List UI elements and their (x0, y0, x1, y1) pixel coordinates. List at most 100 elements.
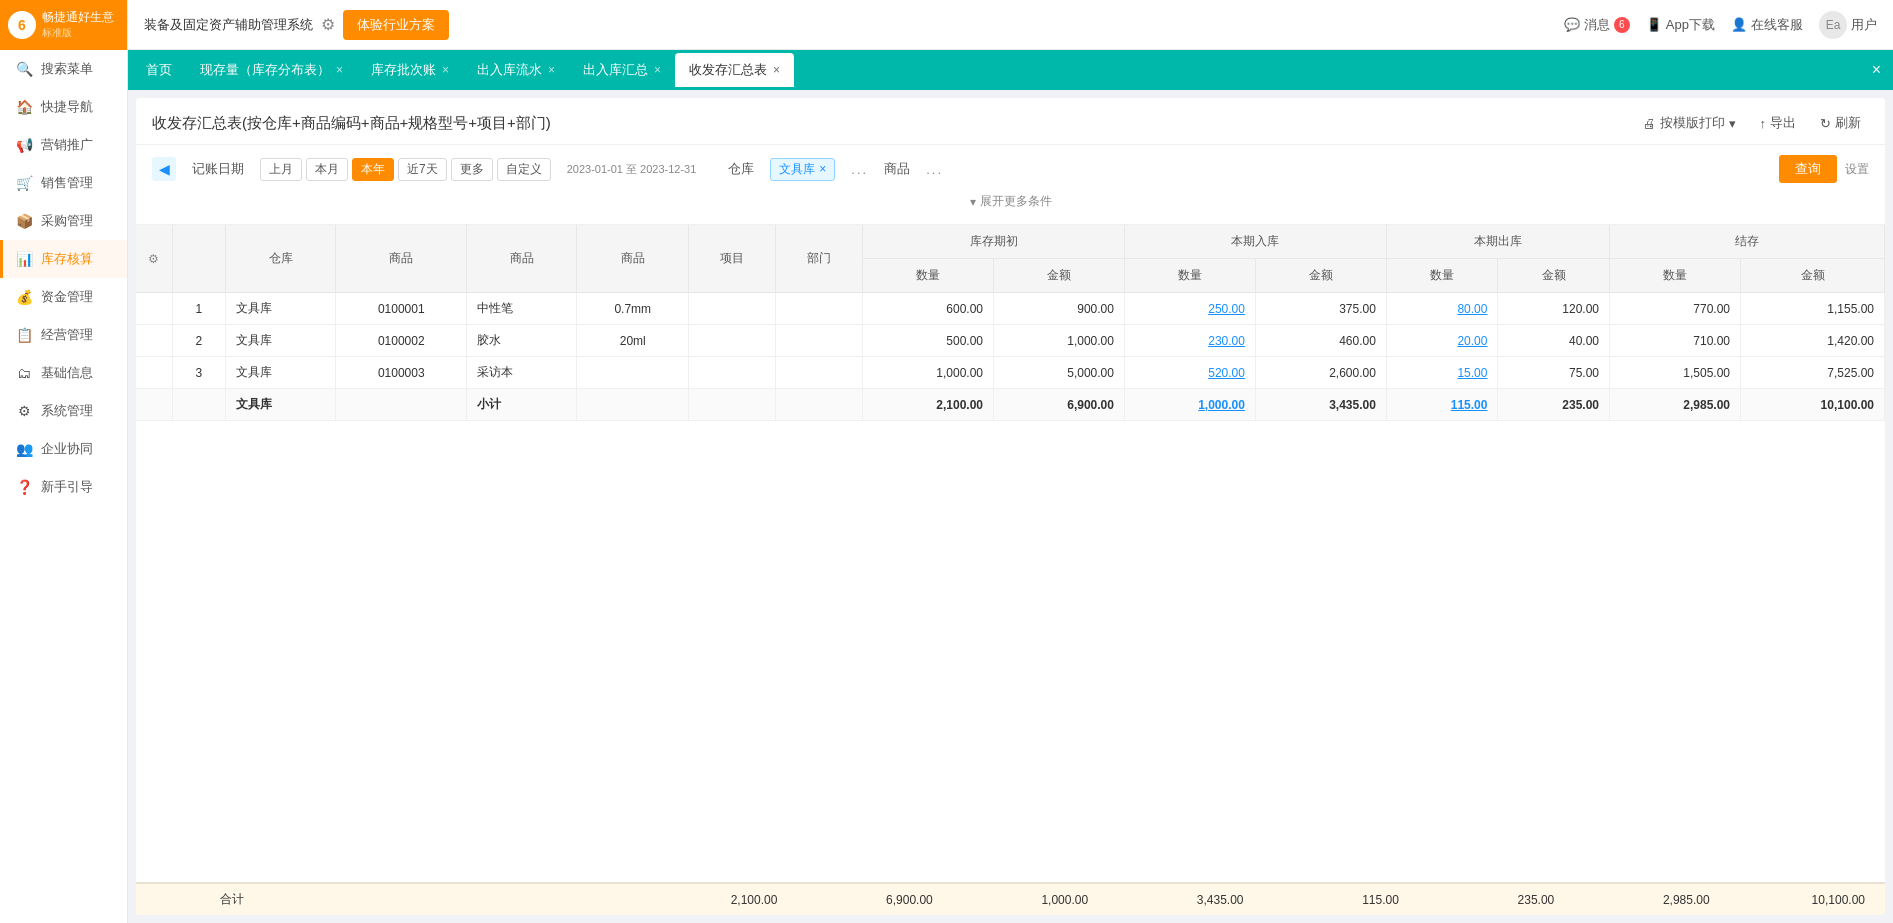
tab-inventory-dist[interactable]: 现存量（库存分布表）× (186, 53, 357, 87)
sidebar-item-purchase[interactable]: 📦 采购管理 (0, 202, 127, 240)
sidebar-item-system[interactable]: ⚙ 系统管理 (0, 392, 127, 430)
online-service-label: 在线客服 (1751, 16, 1803, 34)
page-actions: 🖨 按模版打印 ▾ ↑ 导出 ↻ 刷新 (1635, 110, 1870, 136)
message-badge: 6 (1614, 17, 1630, 33)
custom-button[interactable]: 自定义 (497, 158, 551, 181)
tab-close-inout-flow[interactable]: × (548, 63, 555, 77)
expand-conditions-button[interactable]: ▾ 展开更多条件 (962, 189, 1060, 214)
col-settings-header[interactable]: ⚙ (136, 225, 172, 293)
row-in-qty-3[interactable]: 1,000.00 (1124, 389, 1255, 421)
row-in-qty-0[interactable]: 250.00 (1124, 293, 1255, 325)
out-qty-link-2[interactable]: 15.00 (1457, 366, 1487, 380)
row-warehouse-2: 文具库 (226, 357, 336, 389)
7days-button[interactable]: 近7天 (398, 158, 447, 181)
row-bal-amt-2: 7,525.00 (1741, 357, 1885, 389)
warehouse-more-dots[interactable]: ... (851, 162, 868, 177)
row-selector-2[interactable] (136, 357, 172, 389)
warehouse-tag-close[interactable]: × (819, 162, 826, 176)
filter-toggle-button[interactable]: ◀ (152, 157, 176, 181)
row-in-qty-2[interactable]: 520.00 (1124, 357, 1255, 389)
sidebar-item-inventory[interactable]: 📊 库存核算 (0, 240, 127, 278)
row-open-qty-0: 600.00 (863, 293, 994, 325)
sidebar-item-quick-nav[interactable]: 🏠 快捷导航 (0, 88, 127, 126)
nav-label-quick-nav: 快捷导航 (41, 98, 93, 116)
last-month-button[interactable]: 上月 (260, 158, 302, 181)
row-selector-0[interactable] (136, 293, 172, 325)
tab-receive-summary[interactable]: 收发存汇总表× (675, 53, 794, 87)
in-qty-link-1[interactable]: 230.00 (1208, 334, 1245, 348)
footer-out-amt: 235.00 (1409, 893, 1564, 907)
export-button[interactable]: ↑ 导出 (1752, 110, 1805, 136)
goods-more-dots[interactable]: ... (926, 162, 943, 177)
page-header: 收发存汇总表(按仓库+商品编码+商品+规格型号+项目+部门) 🖨 按模版打印 ▾… (136, 98, 1885, 145)
row-selector-3[interactable] (136, 389, 172, 421)
row-selector-1[interactable] (136, 325, 172, 357)
gear-icon[interactable]: ⚙ (146, 252, 162, 266)
row-spec-1: 20ml (577, 325, 689, 357)
online-service-action[interactable]: 👤 在线客服 (1731, 16, 1803, 34)
row-code-0: 0100001 (336, 293, 467, 325)
out-qty-link-1[interactable]: 20.00 (1457, 334, 1487, 348)
table-row: 3 文具库 0100003 采访本 1,000.00 5,000.00 520.… (136, 357, 1885, 389)
sidebar-item-enterprise[interactable]: 👥 企业协同 (0, 430, 127, 468)
sidebar-logo: 6 (8, 11, 36, 39)
tab-close-inout-summary[interactable]: × (654, 63, 661, 77)
tab-inout-flow[interactable]: 出入库流水× (463, 53, 569, 87)
nav-icon-enterprise: 👥 (15, 440, 33, 458)
row-out-amt-3: 235.00 (1498, 389, 1610, 421)
row-out-qty-2[interactable]: 15.00 (1386, 357, 1498, 389)
query-button[interactable]: 查询 (1779, 155, 1837, 183)
footer-open-amt: 6,900.00 (787, 893, 942, 907)
warehouse-tag: 文具库 × (770, 158, 835, 181)
tab-close-receive-summary[interactable]: × (773, 63, 780, 77)
sidebar-item-base-info[interactable]: 🗂 基础信息 (0, 354, 127, 392)
user-action[interactable]: Ea 用户 (1819, 11, 1877, 39)
row-out-qty-0[interactable]: 80.00 (1386, 293, 1498, 325)
more-button[interactable]: 更多 (451, 158, 493, 181)
row-in-qty-1[interactable]: 230.00 (1124, 325, 1255, 357)
content-area: 收发存汇总表(按仓库+商品编码+商品+规格型号+项目+部门) 🖨 按模版打印 ▾… (128, 90, 1893, 923)
col-open-qty-header: 数量 (863, 259, 994, 293)
current-year-button[interactable]: 本年 (352, 158, 394, 181)
sidebar-nav: 🔍 搜索菜单 🏠 快捷导航 📢 营销推广 🛒 销售管理 📦 采购管理 📊 库存核… (0, 50, 127, 923)
out-qty-link-0[interactable]: 80.00 (1457, 302, 1487, 316)
sidebar-item-guide[interactable]: ❓ 新手引导 (0, 468, 127, 506)
tab-home[interactable]: 首页 (132, 53, 186, 87)
table-row: 1 文具库 0100001 中性笔 0.7mm 600.00 900.00 25… (136, 293, 1885, 325)
table-settings-link[interactable]: 设置 (1845, 161, 1869, 178)
tab-close-batch[interactable]: × (442, 63, 449, 77)
experience-button[interactable]: 体验行业方案 (343, 10, 449, 40)
app-download-action[interactable]: 📱 App下载 (1646, 16, 1715, 34)
tab-inout-summary[interactable]: 出入库汇总× (569, 53, 675, 87)
row-out-qty-3[interactable]: 115.00 (1386, 389, 1498, 421)
tab-bar-close-all[interactable]: × (1864, 57, 1889, 83)
date-filter-label: 记账日期 (192, 160, 244, 178)
print-button[interactable]: 🖨 按模版打印 ▾ (1635, 110, 1744, 136)
nav-label-marketing: 营销推广 (41, 136, 93, 154)
system-settings-icon[interactable]: ⚙ (321, 15, 335, 34)
sidebar-item-finance[interactable]: 💰 资金管理 (0, 278, 127, 316)
col-open-header: 库存期初 (863, 225, 1125, 259)
refresh-icon: ↻ (1820, 116, 1831, 131)
row-code-1: 0100002 (336, 325, 467, 357)
nav-label-base-info: 基础信息 (41, 364, 93, 382)
export-label: 导出 (1770, 114, 1796, 132)
tab-bar: 首页现存量（库存分布表）×库存批次账×出入库流水×出入库汇总×收发存汇总表×× (128, 50, 1893, 90)
row-project-1 (689, 325, 776, 357)
refresh-button[interactable]: ↻ 刷新 (1812, 110, 1869, 136)
in-qty-link-3[interactable]: 1,000.00 (1198, 398, 1245, 412)
col-in-header: 本期入库 (1124, 225, 1386, 259)
out-qty-link-3[interactable]: 115.00 (1451, 398, 1488, 412)
in-qty-link-0[interactable]: 250.00 (1208, 302, 1245, 316)
sidebar-item-operations[interactable]: 📋 经营管理 (0, 316, 127, 354)
message-action[interactable]: 💬 消息 6 (1564, 16, 1630, 34)
row-out-qty-1[interactable]: 20.00 (1386, 325, 1498, 357)
sidebar-item-search[interactable]: 🔍 搜索菜单 (0, 50, 127, 88)
tab-batch[interactable]: 库存批次账× (357, 53, 463, 87)
sidebar-item-marketing[interactable]: 📢 营销推广 (0, 126, 127, 164)
sidebar-item-sales[interactable]: 🛒 销售管理 (0, 164, 127, 202)
nav-label-search: 搜索菜单 (41, 60, 93, 78)
in-qty-link-2[interactable]: 520.00 (1208, 366, 1245, 380)
current-month-button[interactable]: 本月 (306, 158, 348, 181)
tab-close-inventory-dist[interactable]: × (336, 63, 343, 77)
